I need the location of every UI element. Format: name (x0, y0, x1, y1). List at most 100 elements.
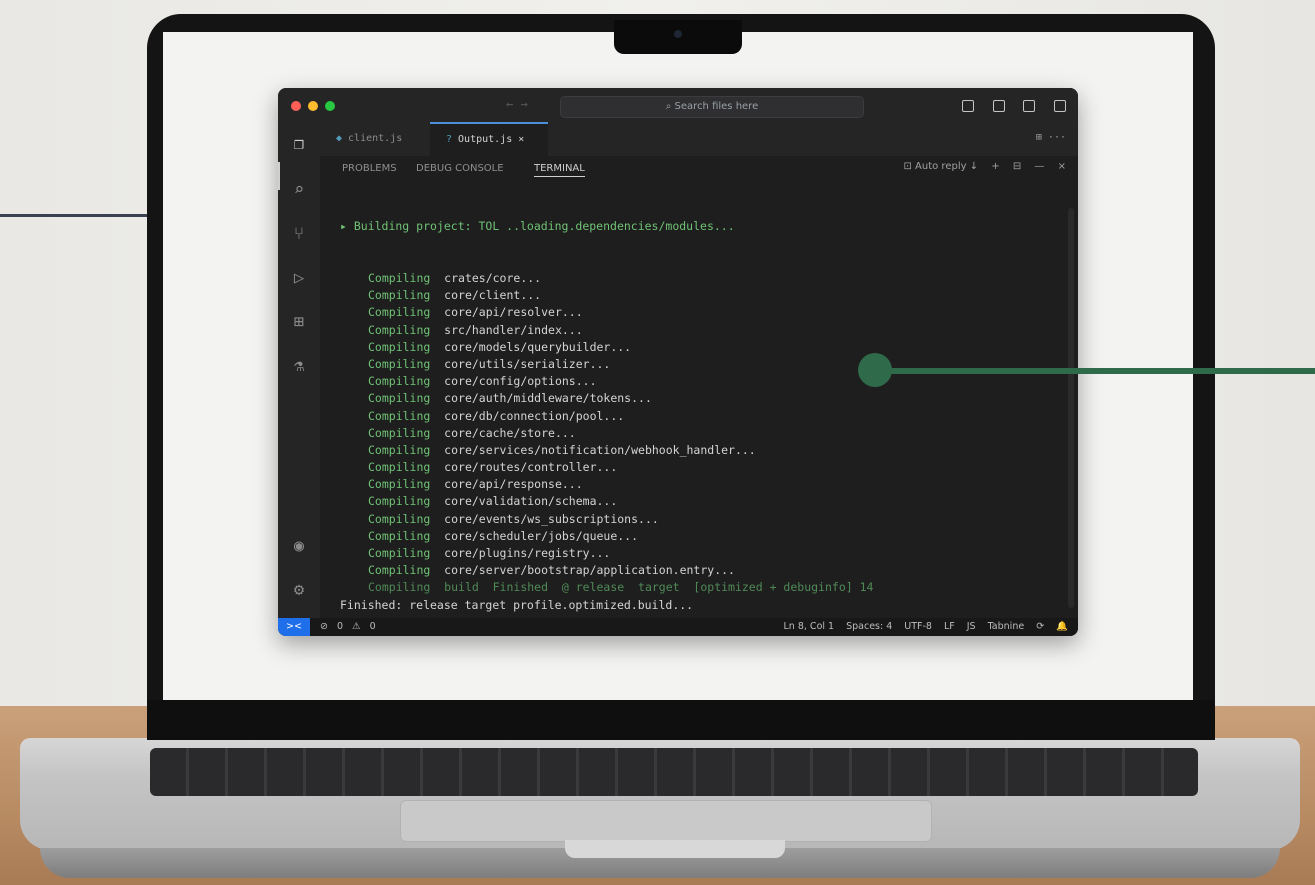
line-prefix: Compiling (368, 546, 445, 560)
new-terminal-button[interactable]: + (991, 161, 999, 172)
line-prefix: Compiling (368, 477, 445, 492)
editor-tabs: ◆ client.js ? Output.js × ⊞ ··· (320, 122, 1078, 156)
compile-line: Compiling core/plugins/registry... (340, 545, 1060, 562)
line-prefix: Compiling (368, 511, 445, 526)
split-terminal-icon[interactable]: ⊟ (1013, 161, 1021, 172)
compile-line: Compiling core/scheduler/jobs/queue... (340, 528, 1060, 545)
line-text: core/api/response... (444, 477, 583, 492)
status-item[interactable]: LF (944, 621, 955, 632)
line-prefix: Compiling (368, 528, 445, 543)
compile-line: Compiling core/events/ws_subscriptions..… (340, 511, 1060, 528)
run-debug-icon[interactable]: ▷ (289, 268, 309, 288)
compile-line: Compiling core/client... (340, 287, 1060, 304)
search-icon[interactable]: ⌕ (289, 180, 309, 200)
compile-line: Compiling core/api/response... (340, 476, 1060, 493)
tab-debug-console[interactable]: DEBUG CONSOLE (416, 163, 504, 174)
line-prefix: Compiling (368, 339, 445, 354)
line-text: core/cache/store... (444, 425, 576, 440)
active-indicator (278, 162, 280, 190)
status-right-items: Ln 8, Col 1 Spaces: 4 UTF-8 LF JS Tabnine ⟳ 🔔 (772, 618, 1068, 636)
callout-dot (858, 353, 892, 387)
activity-bar: ❐ ⌕ ⑂ ▷ ⊞ ⚗ ◉ ⚙ (278, 122, 320, 618)
line-prefix: Compiling (368, 305, 445, 320)
compile-line: Compiling core/db/connection/pool... (340, 408, 1060, 425)
problems-count[interactable]: ⊘ 0 ⚠ 0 (320, 618, 379, 636)
account-icon[interactable]: ◉ (289, 536, 309, 556)
nav-arrows[interactable]: ← → (506, 97, 528, 111)
line-prefix: Compiling (368, 460, 445, 475)
line-prefix: Compiling (368, 391, 445, 406)
line-prefix: Compiling (368, 356, 445, 371)
terminal-output[interactable]: ▸ Building project: TOL ..loading.depend… (340, 184, 1060, 636)
status-item[interactable]: Tabnine (988, 621, 1025, 632)
line-prefix: Compiling (368, 425, 445, 440)
camera-icon (674, 30, 682, 38)
compile-line: Compiling core/config/options... (340, 373, 1060, 390)
line-prefix: Compiling (368, 442, 445, 457)
toggle-secondary-sidebar-icon[interactable] (1023, 100, 1036, 112)
layout-controls (953, 97, 1066, 116)
auto-reply-dropdown[interactable]: ⊡ Auto reply ↓ (903, 161, 978, 172)
panel-header: PROBLEMS DEBUG CONSOLE TERMINAL ⊡ Auto r… (320, 156, 1078, 182)
line-text: build Finished @ release target [optimiz… (444, 580, 874, 595)
line-text: core/api/resolver... (444, 305, 583, 320)
line-text: core/auth/middleware/tokens... (444, 391, 652, 406)
js-file-icon: ◆ (336, 133, 343, 144)
status-bar: >< ⊘ 0 ⚠ 0 Ln 8, Col 1 Spaces: 4 UTF-8 LF JS… (278, 618, 1078, 636)
status-item[interactable]: UTF-8 (904, 621, 932, 632)
tab-output-js[interactable]: ? Output.js × (430, 122, 548, 156)
tab-actions[interactable]: ⊞ ··· (1036, 132, 1066, 143)
source-control-icon[interactable]: ⑂ (289, 224, 309, 244)
toggle-panel-icon[interactable] (992, 100, 1005, 112)
line-prefix: Compiling (368, 408, 445, 423)
toggle-sidebar-icon[interactable] (962, 100, 975, 112)
faded-compile-line: Compiling build Finished @ release targe… (340, 579, 1060, 596)
minimize-panel-icon[interactable]: — (1034, 161, 1044, 172)
status-item[interactable]: Spaces: 4 (846, 621, 892, 632)
laptop-thumb-notch (565, 840, 785, 858)
tab-terminal[interactable]: TERMINAL (534, 163, 585, 177)
line-text: core/server/bootstrap/application.entry.… (444, 563, 735, 578)
status-item[interactable]: 🔔 (1056, 621, 1068, 632)
line-prefix: Compiling (368, 374, 445, 389)
close-panel-icon[interactable]: × (1058, 161, 1066, 172)
customize-layout-icon[interactable] (1054, 100, 1066, 112)
line-text: core/db/connection/pool... (444, 408, 625, 423)
remote-indicator[interactable]: >< (278, 618, 310, 636)
compile-line: Compiling core/auth/middleware/tokens... (340, 390, 1060, 407)
maximize-window-button[interactable] (325, 101, 335, 111)
status-item[interactable]: ⟳ (1036, 621, 1044, 632)
compile-line: Compiling src/handler/index... (340, 322, 1060, 339)
line-text: core/client... (444, 288, 542, 303)
output-header: ▸ Building project: TOL ..loading.depend… (340, 219, 735, 234)
tab-problems[interactable]: PROBLEMS (342, 163, 397, 174)
explorer-icon[interactable]: ❐ (289, 134, 309, 154)
compile-line: Compiling core/server/bootstrap/applicat… (340, 562, 1060, 579)
command-center-search[interactable]: ⌕ Search files here (560, 96, 864, 118)
laptop-keyboard (150, 748, 1198, 796)
status-item[interactable]: JS (967, 621, 976, 632)
close-window-button[interactable] (291, 101, 301, 111)
line-text: core/utils/serializer... (444, 356, 611, 371)
callout-line-right (890, 368, 1315, 374)
status-item[interactable]: Ln 8, Col 1 (784, 621, 835, 632)
line-prefix: Compiling (368, 271, 445, 285)
line-text: core/config/options... (444, 374, 597, 389)
line-text: core/routes/controller... (444, 460, 618, 475)
compile-line: Compiling core/models/querybuilder... (340, 339, 1060, 356)
line-prefix: Compiling (368, 322, 445, 337)
extensions-icon[interactable]: ⊞ (289, 312, 309, 332)
line-text: core/validation/schema... (444, 494, 618, 509)
vertical-scrollbar[interactable] (1068, 208, 1074, 608)
testing-icon[interactable]: ⚗ (289, 356, 309, 376)
title-bar: ← → ⌕ Search files here (278, 88, 1078, 122)
settings-gear-icon[interactable]: ⚙ (289, 580, 309, 600)
compile-line: Compiling core/cache/store... (340, 425, 1060, 442)
line-text: core/services/notification/webhook_handl… (444, 442, 756, 457)
output-footer: Finished: release target profile.optimiz… (340, 597, 694, 612)
panel-toolbar: ⊡ Auto reply ↓ + ⊟ — × (893, 161, 1066, 172)
minimize-window-button[interactable] (308, 101, 318, 111)
tab-client-js[interactable]: ◆ client.js (320, 122, 430, 156)
laptop-trackpad (400, 800, 932, 842)
compile-line: Compiling core/api/resolver... (340, 304, 1060, 321)
